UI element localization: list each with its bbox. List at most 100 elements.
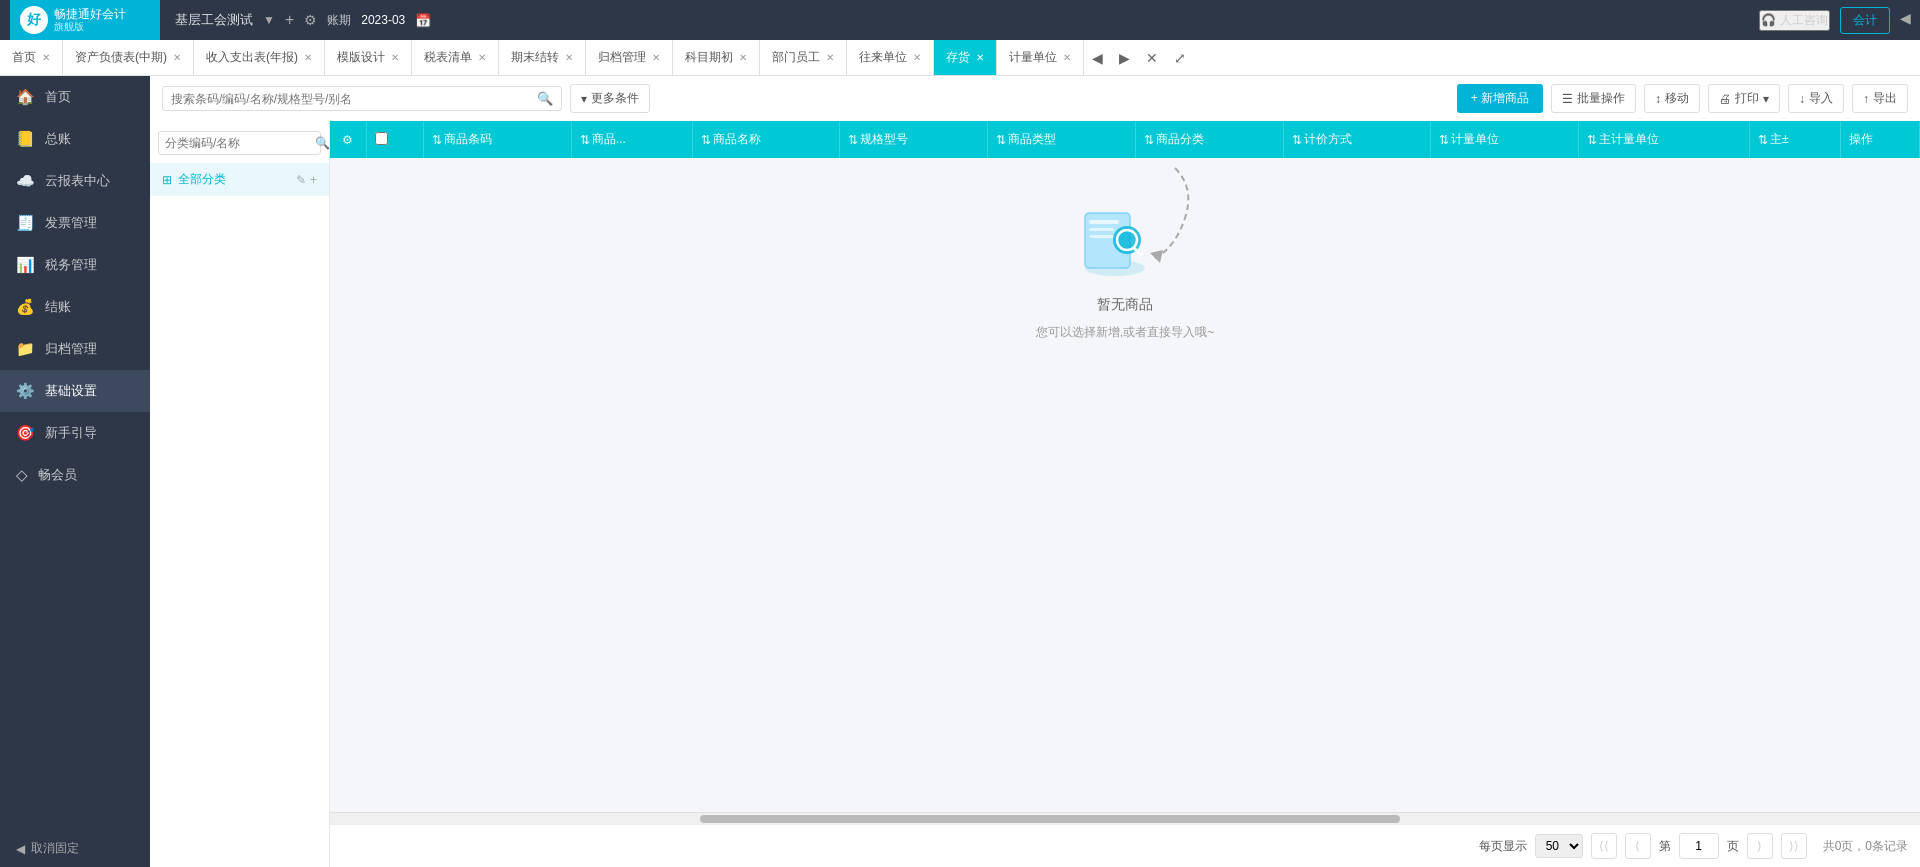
tab-close-all-btn[interactable]: ✕ (1138, 40, 1166, 76)
tab-label: 计量单位 (1009, 49, 1057, 66)
tab-close-btn[interactable]: ✕ (42, 52, 50, 63)
tab-expand-btn[interactable]: ⤢ (1166, 40, 1194, 76)
category-search-icon[interactable]: 🔍 (315, 136, 330, 150)
category-search-input[interactable] (165, 136, 315, 150)
filter-btn[interactable]: ▾ 更多条件 (570, 84, 650, 113)
tab-close-btn[interactable]: ✕ (391, 52, 399, 63)
tab-next-btn[interactable]: ▶ (1111, 40, 1138, 76)
th-pricing[interactable]: ⇅ 计价方式 (1283, 121, 1431, 158)
sidebar-item-label: 基础设置 (45, 382, 97, 400)
filter-label: 更多条件 (591, 90, 639, 107)
batch-icon: ☰ (1562, 92, 1573, 106)
search-input[interactable] (171, 92, 537, 106)
tab-archive[interactable]: 归档管理 ✕ (586, 40, 673, 76)
pagination: 每页显示 50 ⟨⟨ ⟨ 第 页 ⟩ ⟩⟩ 共0页，0条记录 (330, 824, 1920, 867)
per-page-select[interactable]: 50 (1535, 834, 1583, 858)
batch-btn[interactable]: ☰ 批量操作 (1551, 84, 1636, 113)
tab-subject-initial[interactable]: 科目期初 ✕ (673, 40, 760, 76)
settings-btn[interactable]: ⚙ (304, 12, 317, 28)
tab-close-btn[interactable]: ✕ (739, 52, 747, 63)
app-title: 畅捷通好会计 (54, 7, 126, 21)
horizontal-scrollbar[interactable] (330, 812, 1920, 824)
move-label: 移动 (1665, 90, 1689, 107)
table-scroll-area[interactable]: ⚙ ⇅ 商品条码 ⇅ 商品... ⇅ 商品名称 ⇅ 规格型号 ⇅ 商品类型 ⇅ … (330, 121, 1920, 812)
sidebar-item-close-accounts[interactable]: 💰 结账 (0, 286, 150, 328)
tab-close-btn[interactable]: ✕ (304, 52, 312, 63)
tab-balance-sheet[interactable]: 资产负债表(中期) ✕ (63, 40, 194, 76)
search-icon[interactable]: 🔍 (537, 91, 553, 106)
select-all-checkbox[interactable] (375, 132, 388, 145)
product-table: ⚙ ⇅ 商品条码 ⇅ 商品... ⇅ 商品名称 ⇅ 规格型号 ⇅ 商品类型 ⇅ … (330, 121, 1920, 158)
import-btn[interactable]: ↓ 导入 (1788, 84, 1844, 113)
empty-title: 暂无商品 (1097, 296, 1153, 314)
sidebar-item-basic-settings[interactable]: ⚙️ 基础设置 (0, 370, 150, 412)
tab-close-btn[interactable]: ✕ (478, 52, 486, 63)
th-category[interactable]: ⇅ 商品分类 (1135, 121, 1283, 158)
category-action-icons: ✎ + (296, 173, 317, 187)
sidebar-cancel-pin[interactable]: ◀ 取消固定 (0, 830, 150, 867)
search-bar[interactable]: 🔍 (162, 86, 562, 111)
page-next-btn[interactable]: ⟩ (1747, 833, 1773, 859)
sidebar-item-label: 新手引导 (45, 424, 97, 442)
th-settings[interactable]: ⚙ (330, 121, 366, 158)
main-layout: 🏠 首页 📒 总账 ☁️ 云报表中心 🧾 发票管理 📊 税务管理 💰 结账 📁 … (0, 76, 1920, 867)
tab-close-btn[interactable]: ✕ (173, 52, 181, 63)
category-add-btn[interactable]: + (310, 173, 317, 187)
th-barcode[interactable]: ⇅ 商品条码 (424, 121, 572, 158)
pagination-total: 共0页，0条记录 (1823, 838, 1908, 855)
tab-home[interactable]: 首页 ✕ (0, 40, 63, 76)
tab-close-btn[interactable]: ✕ (913, 52, 921, 63)
th-main-unit[interactable]: ⇅ 主计量单位 (1579, 121, 1750, 158)
tab-close-btn[interactable]: ✕ (652, 52, 660, 63)
calendar-icon[interactable]: 📅 (415, 13, 431, 28)
page-last-btn[interactable]: ⟩⟩ (1781, 833, 1807, 859)
sidebar-item-label: 总账 (45, 130, 71, 148)
th-name[interactable]: ⇅ 商品名称 (692, 121, 840, 158)
sidebar-item-invoice[interactable]: 🧾 发票管理 (0, 202, 150, 244)
tab-template[interactable]: 模版设计 ✕ (325, 40, 412, 76)
company-name: 基层工会测试 (175, 11, 253, 29)
add-company-btn[interactable]: + (285, 11, 294, 29)
account-btn[interactable]: 会计 (1840, 7, 1890, 34)
tab-tax[interactable]: 税表清单 ✕ (412, 40, 499, 76)
category-edit-btn[interactable]: ✎ (296, 173, 306, 187)
th-spec[interactable]: ⇅ 规格型号 (840, 121, 988, 158)
invoice-icon: 🧾 (16, 214, 35, 232)
sidebar: 🏠 首页 📒 总账 ☁️ 云报表中心 🧾 发票管理 📊 税务管理 💰 结账 📁 … (0, 76, 150, 867)
print-label: 打印 (1735, 90, 1759, 107)
tab-prev-btn[interactable]: ◀ (1084, 40, 1111, 76)
category-search-bar[interactable]: 🔍 (158, 131, 321, 155)
move-btn[interactable]: ↕ 移动 (1644, 84, 1700, 113)
th-col3[interactable]: ⇅ 商品... (571, 121, 692, 158)
tab-close-btn[interactable]: ✕ (1063, 52, 1071, 63)
print-btn[interactable]: 🖨 打印 ▾ (1708, 84, 1780, 113)
service-btn[interactable]: 🎧 人工咨询 (1759, 10, 1830, 31)
page-input[interactable] (1679, 833, 1719, 859)
company-dropdown-btn[interactable]: ▼ (263, 13, 275, 27)
tab-close-btn[interactable]: ✕ (565, 52, 573, 63)
tab-period-transfer[interactable]: 期末结转 ✕ (499, 40, 586, 76)
sidebar-item-archive[interactable]: 📁 归档管理 (0, 328, 150, 370)
th-unit[interactable]: ⇅ 计量单位 (1431, 121, 1579, 158)
th-col11[interactable]: ⇅ 主± (1749, 121, 1840, 158)
sidebar-item-home[interactable]: 🏠 首页 (0, 76, 150, 118)
tab-income[interactable]: 收入支出表(年报) ✕ (194, 40, 325, 76)
tab-close-btn[interactable]: ✕ (976, 52, 984, 63)
th-checkbox[interactable] (366, 121, 424, 158)
sidebar-item-cloud-reports[interactable]: ☁️ 云报表中心 (0, 160, 150, 202)
tab-unit[interactable]: 计量单位 ✕ (997, 40, 1084, 76)
tab-department[interactable]: 部门员工 ✕ (760, 40, 847, 76)
sidebar-item-general-ledger[interactable]: 📒 总账 (0, 118, 150, 160)
category-label: 全部分类 (178, 171, 226, 188)
new-product-btn[interactable]: + 新增商品 (1457, 84, 1543, 113)
sidebar-item-guide[interactable]: 🎯 新手引导 (0, 412, 150, 454)
sidebar-item-tax[interactable]: 📊 税务管理 (0, 244, 150, 286)
sidebar-item-member[interactable]: ◇ 畅会员 (0, 454, 150, 496)
category-all[interactable]: ⊞ 全部分类 ✎ + (150, 163, 329, 196)
tab-close-btn[interactable]: ✕ (826, 52, 834, 63)
page-prev-btn[interactable]: ⟨ (1625, 833, 1651, 859)
tab-inventory[interactable]: 存货 ✕ (934, 40, 997, 76)
tab-contact[interactable]: 往来单位 ✕ (847, 40, 934, 76)
page-first-btn[interactable]: ⟨⟨ (1591, 833, 1617, 859)
th-type[interactable]: ⇅ 商品类型 (988, 121, 1136, 158)
